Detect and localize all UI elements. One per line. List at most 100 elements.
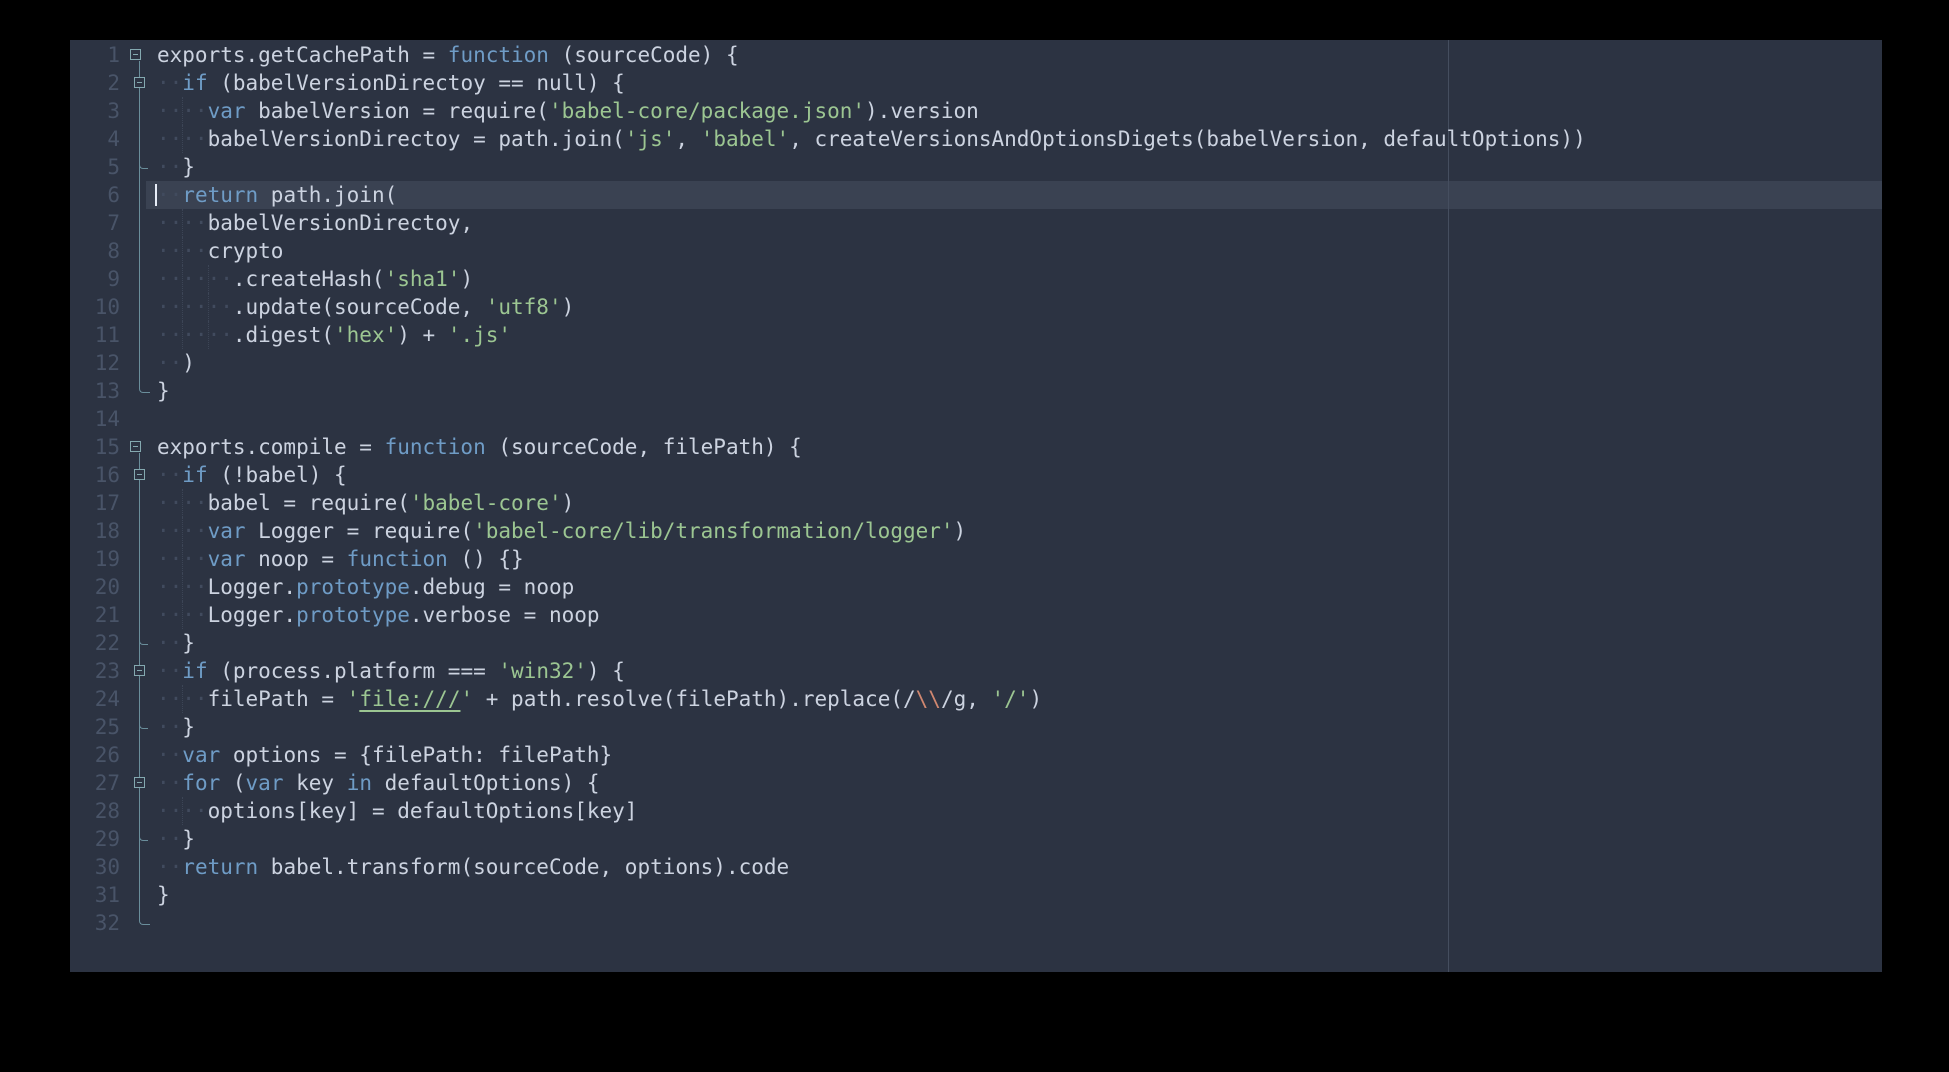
code-token: ' [346,687,360,711]
code-line[interactable]: ··} [153,825,1882,853]
code-line[interactable]: ··) [153,349,1882,377]
fold-open-toggle[interactable] [134,469,145,480]
code-line[interactable]: exports.getCachePath = function (sourceC… [153,41,1882,69]
fold-margin-cell [127,489,153,517]
code-token: function [447,43,549,67]
line-number[interactable]: 5 [70,153,127,181]
line-number[interactable]: 24 [70,685,127,713]
code-line[interactable]: ······.digest('hex') + '.js' [153,321,1882,349]
indent-guide [182,265,184,293]
code-token: var [207,519,246,543]
code-line[interactable] [153,909,1882,937]
leading-whitespace: ·· [157,631,183,655]
code-line[interactable]: ··} [153,153,1882,181]
fold-margin-cell [127,405,153,433]
code-token: } [182,631,195,655]
code-line[interactable]: exports.compile = function (sourceCode, … [153,433,1882,461]
fold-open-toggle[interactable] [134,77,145,88]
code-line[interactable]: ····var Logger = require('babel-core/lib… [153,517,1882,545]
line-number[interactable]: 10 [70,293,127,321]
line-number[interactable]: 2 [70,69,127,97]
code-line[interactable]: ······.update(sourceCode, 'utf8') [153,293,1882,321]
code-line[interactable]: ··if (!babel) { [153,461,1882,489]
code-line[interactable]: ····var noop = function () {} [153,545,1882,573]
line-number[interactable]: 28 [70,797,127,825]
code-line[interactable]: ··if (babelVersionDirectoy == null) { [153,69,1882,97]
line-number[interactable]: 18 [70,517,127,545]
code-line-row: 18 ····var Logger = require('babel-core/l… [70,517,1882,545]
code-line[interactable]: ····crypto [153,237,1882,265]
code-line[interactable]: ····babel = require('babel-core') [153,489,1882,517]
code-line[interactable]: ····filePath = 'file:///' + path.resolve… [153,685,1882,713]
line-number[interactable]: 11 [70,321,127,349]
code-token: .verbose = noop [409,603,600,627]
minus-icon [133,54,138,55]
line-number[interactable]: 14 [70,405,127,433]
fold-open-toggle[interactable] [134,777,145,788]
line-number[interactable]: 20 [70,573,127,601]
fold-margin-cell [127,601,153,629]
line-number[interactable]: 1 [70,41,127,69]
screen-background: { "editor": { "theme": { "screen_bg": "#… [0,0,1949,1072]
code-token: prototype [296,603,410,627]
line-number[interactable]: 29 [70,825,127,853]
code-line[interactable]: ··var options = {filePath: filePath} [153,741,1882,769]
line-number[interactable]: 7 [70,209,127,237]
code-line[interactable]: } [153,881,1882,909]
code-line[interactable]: ··if (process.platform === 'win32') { [153,657,1882,685]
line-number[interactable]: 17 [70,489,127,517]
code-token: 'babel-core/lib/transformation/logger' [473,519,954,543]
line-number[interactable]: 8 [70,237,127,265]
fold-margin-cell [127,97,153,125]
line-number[interactable]: 32 [70,909,127,937]
leading-whitespace: ·· [157,855,183,879]
leading-whitespace: ······ [157,323,233,347]
fold-open-toggle[interactable] [130,441,141,452]
line-number[interactable]: 4 [70,125,127,153]
line-number[interactable]: 31 [70,881,127,909]
code-line-row: 7 ····babelVersionDirectoy, [70,209,1882,237]
code-line[interactable] [153,405,1882,433]
fold-open-toggle[interactable] [130,49,141,60]
line-number[interactable]: 22 [70,629,127,657]
code-line-row: 29 ··} [70,825,1882,853]
code-token: ) [460,267,474,291]
line-number[interactable]: 30 [70,853,127,881]
code-line[interactable]: ··} [153,629,1882,657]
code-editor[interactable]: 1 exports.getCachePath = function (source… [70,40,1882,972]
code-line[interactable]: ··for (var key in defaultOptions) { [153,769,1882,797]
code-token: babelVersion = require( [245,99,549,123]
code-token: ) [561,295,575,319]
code-line[interactable]: ····Logger.prototype.debug = noop [153,573,1882,601]
code-line[interactable]: ····var babelVersion = require('babel-co… [153,97,1882,125]
fold-margin-cell [127,881,153,909]
line-number[interactable]: 27 [70,769,127,797]
line-number[interactable]: 16 [70,461,127,489]
line-number[interactable]: 26 [70,741,127,769]
code-line[interactable]: ··} [153,713,1882,741]
line-number[interactable]: 13 [70,377,127,405]
line-number[interactable]: 23 [70,657,127,685]
code-line[interactable]: ····options[key] = defaultOptions[key] [153,797,1882,825]
code-line[interactable]: ····babelVersionDirectoy = path.join('js… [153,125,1882,153]
line-number[interactable]: 21 [70,601,127,629]
line-number[interactable]: 12 [70,349,127,377]
code-line[interactable]: } [153,377,1882,405]
code-line[interactable]: ····Logger.prototype.verbose = noop [153,601,1882,629]
fold-margin-cell [127,265,153,293]
line-number[interactable]: 9 [70,265,127,293]
line-number[interactable]: 19 [70,545,127,573]
code-line[interactable]: ··return path.join( [153,181,1882,209]
code-line[interactable]: ······.createHash('sha1') [153,265,1882,293]
line-number[interactable]: 15 [70,433,127,461]
fold-open-toggle[interactable] [134,665,145,676]
code-line-row: 19 ····var noop = function () {} [70,545,1882,573]
code-line[interactable]: ··return babel.transform(sourceCode, opt… [153,853,1882,881]
line-number[interactable]: 3 [70,97,127,125]
line-number[interactable]: 6 [70,181,127,209]
line-number[interactable]: 25 [70,713,127,741]
code-token: key [283,771,347,795]
code-line[interactable]: ····babelVersionDirectoy, [153,209,1882,237]
code-token: ) [561,491,575,515]
indent-guide [182,517,184,545]
